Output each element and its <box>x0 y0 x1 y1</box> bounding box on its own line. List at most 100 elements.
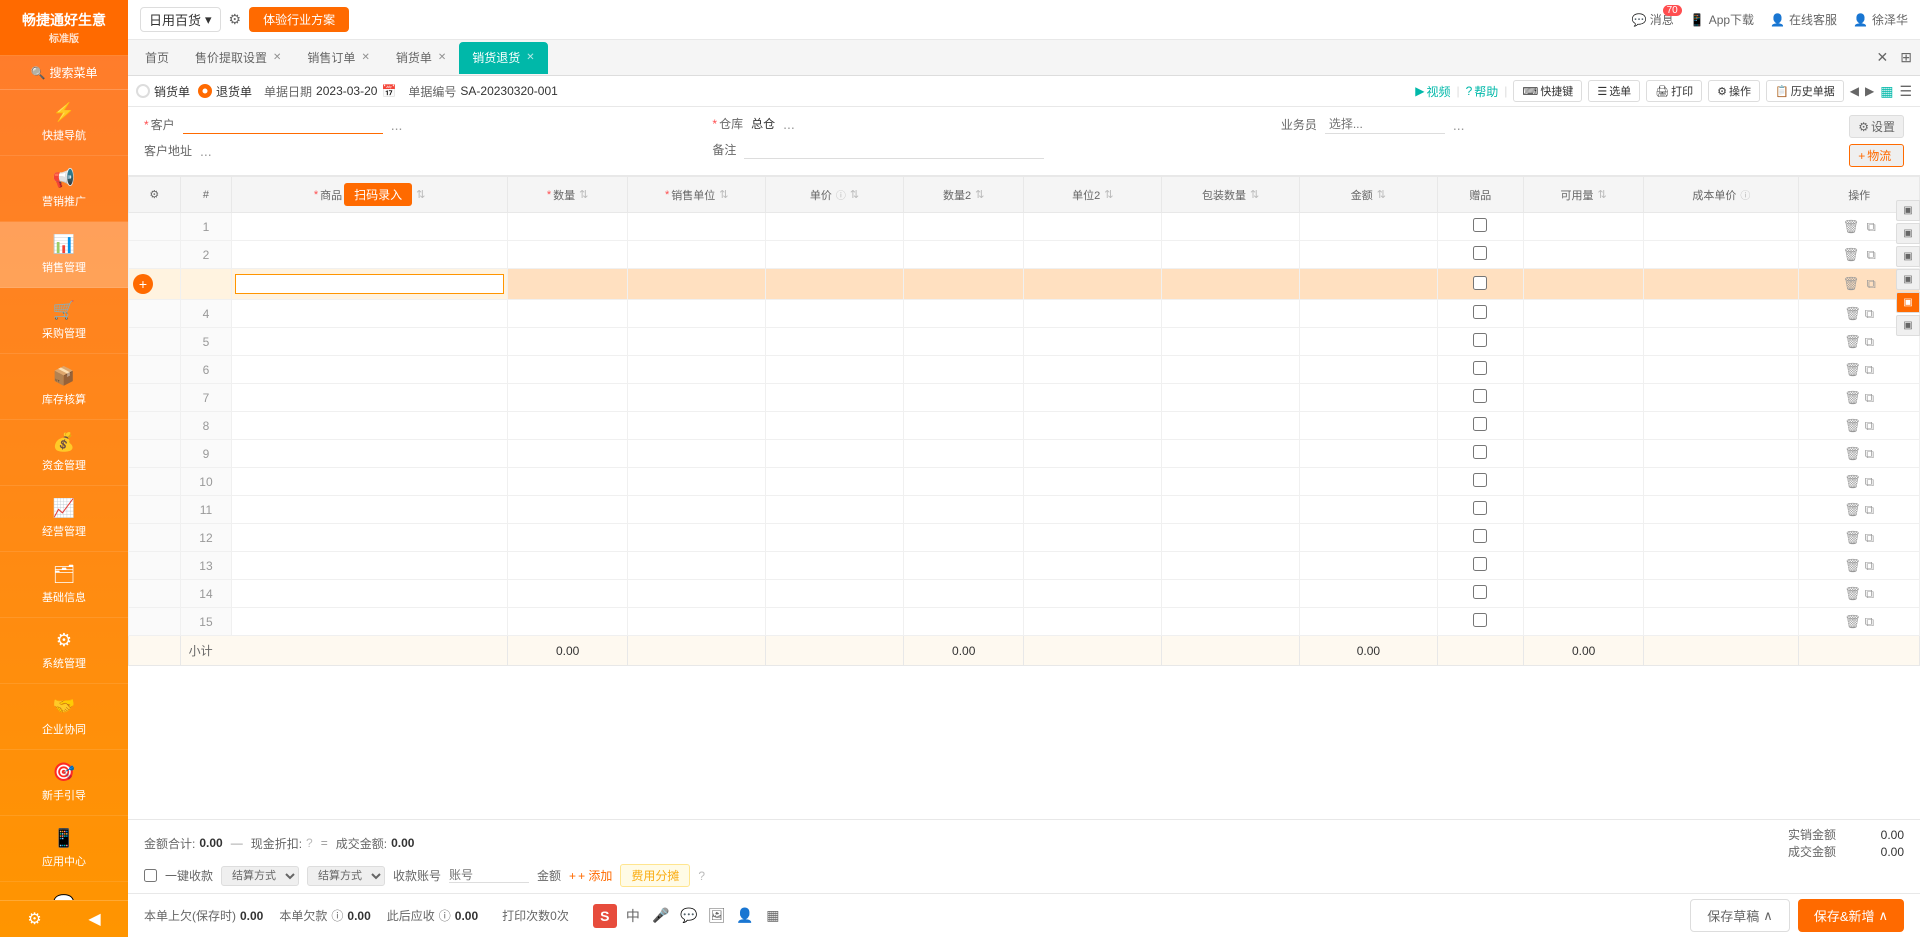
user-profile[interactable]: 👤 徐泽华 <box>1853 11 1908 28</box>
row-copy-8[interactable]: ⧉ <box>1863 418 1876 434</box>
gift-checkbox-5[interactable] <box>1473 333 1487 347</box>
row-copy-9[interactable]: ⧉ <box>1863 446 1876 462</box>
toolbar-help-btn[interactable]: ? 帮助 <box>1466 83 1499 100</box>
row-goods-3[interactable] <box>232 269 508 300</box>
row-copy-7[interactable]: ⧉ <box>1863 390 1876 406</box>
row-delete-13[interactable]: 🗑 <box>1842 558 1863 574</box>
settings-button[interactable]: ⚙ 设置 <box>1849 115 1904 138</box>
prev-record-btn[interactable]: ◀ <box>1850 84 1859 98</box>
tab-sales-order[interactable]: 销售订单 ✕ <box>294 42 382 74</box>
row-delete-5[interactable]: 🗑 <box>1842 334 1863 350</box>
gift-checkbox-9[interactable] <box>1473 445 1487 459</box>
sidebar-item-basic[interactable]: 🗂 基础信息 <box>0 552 128 618</box>
tab-price-setting-close[interactable]: ✕ <box>273 52 281 63</box>
tool-s[interactable]: S <box>593 904 617 928</box>
row-delete-1[interactable]: 🗑 <box>1841 219 1862 235</box>
add-row-button[interactable]: + <box>133 274 153 294</box>
one-click-pay-checkbox[interactable] <box>144 869 157 882</box>
row-delete-8[interactable]: 🗑 <box>1842 418 1863 434</box>
trial-button[interactable]: 体验行业方案 <box>249 7 349 32</box>
right-btn-5[interactable]: ▣ <box>1896 292 1920 313</box>
row-copy-3[interactable]: ⧉ <box>1864 276 1877 292</box>
row-copy-2[interactable]: ⧉ <box>1864 247 1877 263</box>
gift-checkbox-12[interactable] <box>1473 529 1487 543</box>
tool-mic[interactable]: 🎤 <box>649 904 673 928</box>
gift-checkbox-11[interactable] <box>1473 501 1487 515</box>
online-service-link[interactable]: 👤 在线客服 <box>1770 11 1837 28</box>
gift-checkbox-4[interactable] <box>1473 305 1487 319</box>
row-delete-14[interactable]: 🗑 <box>1842 586 1863 602</box>
app-download-link[interactable]: 📱 App下载 <box>1690 11 1754 28</box>
th-gear[interactable]: ⚙ <box>129 177 181 213</box>
gift-checkbox-2[interactable] <box>1473 246 1487 260</box>
tab-sales-order-close[interactable]: ✕ <box>361 52 369 63</box>
gift-checkbox-1[interactable] <box>1473 218 1487 232</box>
scan-button[interactable]: 扫码录入 <box>344 183 412 206</box>
sidebar-item-shortcut[interactable]: ⚡ 快捷导航 <box>0 90 128 156</box>
row-copy-13[interactable]: ⧉ <box>1863 558 1876 574</box>
row-copy-15[interactable]: ⧉ <box>1863 614 1876 630</box>
avail-sort[interactable]: ⇅ <box>1598 188 1607 201</box>
header-settings-icon[interactable]: ⚙ <box>229 11 242 28</box>
cost-info-icon[interactable]: ⓘ <box>1740 187 1750 202</box>
radio-return[interactable]: 退货单 <box>198 83 252 100</box>
customer-dots[interactable]: ... <box>391 117 403 133</box>
sidebar-item-operation[interactable]: 📈 经营管理 <box>0 486 128 552</box>
calendar-icon[interactable]: 📅 <box>381 84 396 98</box>
sidebar-item-enterprise[interactable]: 🤝 企业协同 <box>0 684 128 750</box>
sidebar-item-marketing[interactable]: 📢 营销推广 <box>0 156 128 222</box>
sidebar-item-guide[interactable]: 🎯 新手引导 <box>0 750 128 816</box>
gift-checkbox-15[interactable] <box>1473 613 1487 627</box>
tab-close-all-btn[interactable]: ✕ <box>1873 49 1893 66</box>
sidebar-item-inventory[interactable]: 📦 库存核算 <box>0 354 128 420</box>
row-delete-9[interactable]: 🗑 <box>1842 446 1863 462</box>
sidebar-search[interactable]: 🔍 搜索菜单 <box>0 56 128 90</box>
tab-sales-return[interactable]: 销货退货 ✕ <box>459 42 547 74</box>
toolbar-video-btn[interactable]: ▶ 视频 <box>1415 83 1450 100</box>
qty2-sort[interactable]: ⇅ <box>975 188 984 201</box>
radio-sales[interactable]: 销货单 <box>136 83 190 100</box>
sidebar-item-finance[interactable]: 💰 资金管理 <box>0 420 128 486</box>
save-draft-button[interactable]: 保存草稿 ∧ <box>1690 899 1790 932</box>
next-record-btn[interactable]: ▶ <box>1865 84 1874 98</box>
gift-checkbox-10[interactable] <box>1473 473 1487 487</box>
tab-sales-return-close[interactable]: ✕ <box>526 52 534 63</box>
sidebar-settings-btn[interactable]: ⚙ <box>27 909 41 929</box>
sidebar-item-wechat[interactable]: 💬 企业微信 <box>0 882 128 900</box>
unit2-sort[interactable]: ⇅ <box>1104 188 1113 201</box>
salesman-dots[interactable]: ... <box>1453 117 1465 133</box>
tool-zh[interactable]: 中 <box>621 904 645 928</box>
address-dots[interactable]: ... <box>200 143 212 159</box>
settle-method-select[interactable]: 结算方式 <box>221 866 299 886</box>
tab-sales-close[interactable]: ✕ <box>438 52 446 63</box>
once-debt-icon[interactable]: ⓘ <box>331 907 343 924</box>
gift-checkbox-13[interactable] <box>1473 557 1487 571</box>
fee-split-button[interactable]: 费用分摊 <box>620 864 690 887</box>
toolbar-operate-btn[interactable]: ⚙ 操作 <box>1708 80 1760 102</box>
calc-method-select[interactable]: 结算方式 <box>307 866 385 886</box>
tab-maximize-btn[interactable]: ⊞ <box>1896 49 1916 66</box>
row-delete-15[interactable]: 🗑 <box>1842 614 1863 630</box>
price-info-icon[interactable]: ⓘ <box>836 187 846 202</box>
right-btn-6[interactable]: ▣ <box>1896 315 1920 336</box>
cash-discount-help[interactable]: ? <box>306 836 313 850</box>
toolbar-shortcut-btn[interactable]: ⌨ 快捷键 <box>1513 80 1582 102</box>
row-copy-5[interactable]: ⧉ <box>1863 334 1876 350</box>
sidebar-item-purchase[interactable]: 🛒 采购管理 <box>0 288 128 354</box>
sidebar-item-app-center[interactable]: 📱 应用中心 <box>0 816 128 882</box>
gift-checkbox-6[interactable] <box>1473 361 1487 375</box>
toolbar-history-btn[interactable]: 📋 历史单据 <box>1766 80 1844 102</box>
row-copy-14[interactable]: ⧉ <box>1863 586 1876 602</box>
add-logistics-button[interactable]: + 物流 <box>1849 144 1904 167</box>
tab-price-setting[interactable]: 售价提取设置 ✕ <box>182 42 294 74</box>
sidebar-item-sales[interactable]: 📊 销售管理 <box>0 222 128 288</box>
row-copy-6[interactable]: ⧉ <box>1863 362 1876 378</box>
tab-home[interactable]: 首页 <box>132 42 182 74</box>
tool-img[interactable]: 🖼 <box>705 904 729 928</box>
message-badge[interactable]: 💬 70 消息 <box>1631 11 1673 28</box>
tool-person[interactable]: 👤 <box>733 904 757 928</box>
amount-sort[interactable]: ⇅ <box>1377 188 1386 201</box>
row-copy-11[interactable]: ⧉ <box>1863 502 1876 518</box>
account-input[interactable] <box>449 868 529 883</box>
gift-checkbox-8[interactable] <box>1473 417 1487 431</box>
